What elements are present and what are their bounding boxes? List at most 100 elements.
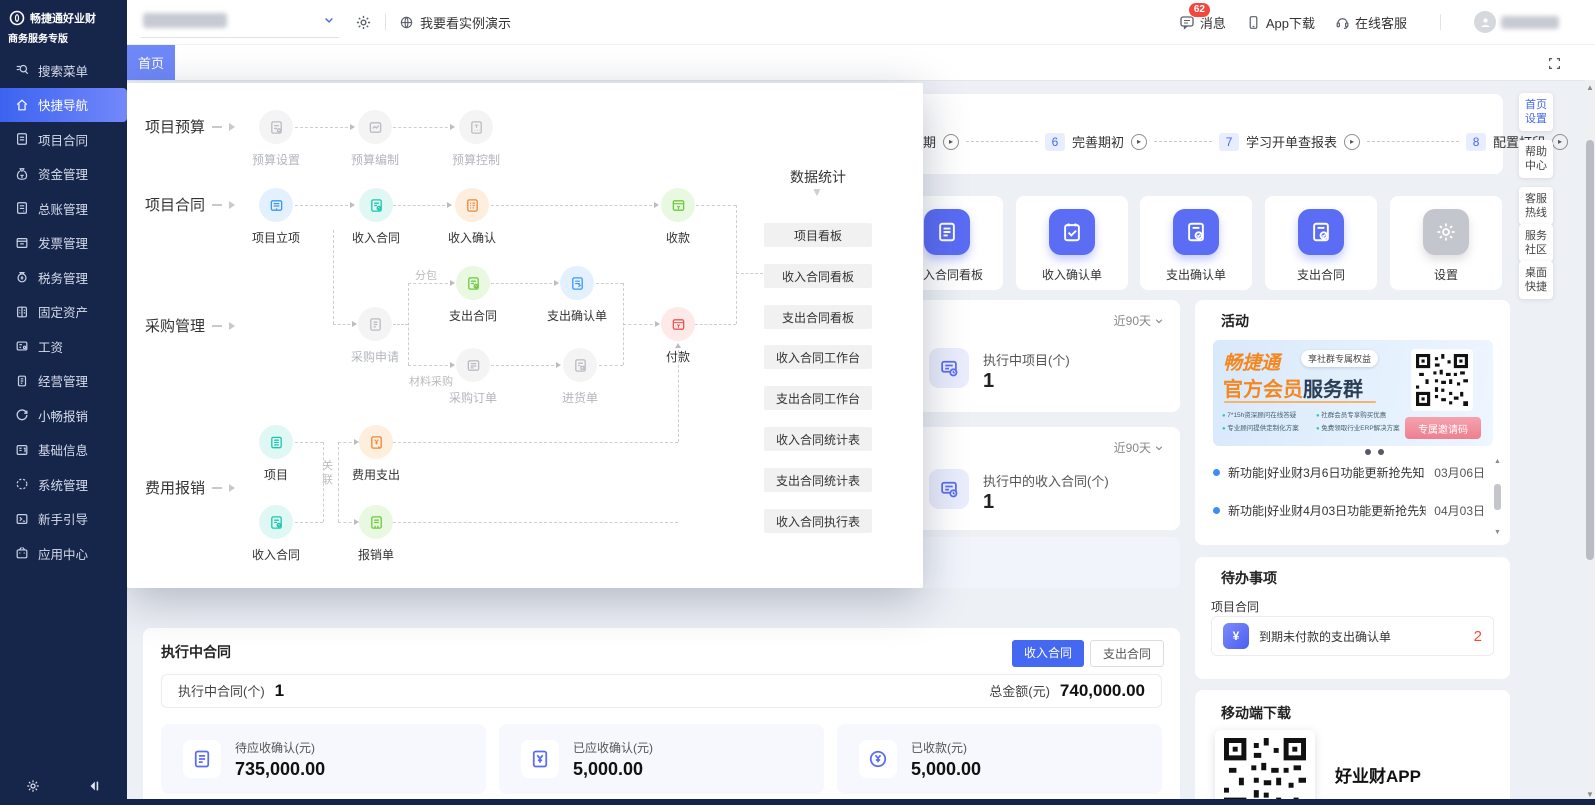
stat-button-income-execution-table[interactable]: 收入合同执行表 [764,509,872,533]
scroll-thumb[interactable] [1494,484,1501,510]
flow-node-expense[interactable]: 费用支出 [331,425,421,483]
stat-button-project-board[interactable]: 项目看板 [764,223,872,247]
metric-panel-income-contracts: 近90天 执行中的收入合同(个) 1 [891,427,1180,530]
user-account[interactable] [1474,11,1559,33]
sidebar-item-tax[interactable]: 税务管理 [0,260,127,295]
scroll-up-icon[interactable]: ▲ [1585,83,1595,92]
news-item[interactable]: 新功能|好业财4月03日功能更新抢先知 04月03日 [1213,502,1485,519]
stat-button-income-contract-board[interactable]: 收入合同看板 [764,264,872,288]
play-icon[interactable]: ▸ [943,133,960,150]
sidebar-item-label: 工资 [38,340,64,355]
income-contract-toggle[interactable]: 收入合同 [1011,640,1084,667]
flow-node-project[interactable]: 项目 [231,425,321,483]
todo-item[interactable]: ¥ 到期未付款的支出确认单 2 [1211,616,1494,656]
range-dropdown[interactable]: 近90天 [1114,312,1164,329]
flow-node-reimburse-note[interactable]: 报销单 [331,505,421,563]
settings-gear-icon[interactable] [355,14,372,31]
play-icon[interactable]: ▸ [1344,133,1361,150]
activity-banner[interactable]: 畅捷通 享社群专属权益 官方会员服务群 7*15h资深顾问在线答疑 社群会员专享… [1213,340,1493,446]
sidebar-item-guide[interactable]: 新手引导 [0,502,127,537]
scroll-up-icon[interactable]: ▲ [1494,458,1501,465]
arrow-down-icon: ▼ [811,185,823,199]
stat-card-confirmed-receivable: 已应收确认(元) 5,000.00 [499,724,824,794]
expense-contract-toggle[interactable]: 支出合同 [1089,640,1164,667]
flow-node-income-contract-2[interactable]: 收入合同 [231,505,321,563]
todo-group-label: 项目合同 [1211,600,1260,614]
banner-invite-button[interactable]: 专属邀请码 [1405,417,1481,439]
sidebar-item-project-contract[interactable]: 项目合同 [0,122,127,157]
online-service-button[interactable]: 在线客服 [1335,13,1407,32]
sidebar-item-search-menu[interactable]: 搜索菜单 [0,53,127,88]
sidebar-item-fixed-assets[interactable]: 固定资产 [0,295,127,330]
quick-card-expense-confirm[interactable]: 支出确认单 [1140,196,1252,290]
sidebar-item-base-info[interactable]: 基础信息 [0,433,127,468]
carousel-dots[interactable] [1365,449,1384,455]
sidebar-item-system[interactable]: 系统管理 [0,467,127,502]
activity-scrollbar[interactable]: ▲ ▼ [1492,458,1503,536]
flow-node-budget-control[interactable]: 预算控制 [431,110,521,168]
rail-home-settings[interactable]: 首页设置 [1519,93,1553,131]
app-download-button[interactable]: App下载 [1246,13,1315,32]
flow-node-expense-confirm[interactable]: 支出确认单 [532,266,622,324]
flow-node-budget-setup[interactable]: 预算设置 [231,110,321,168]
play-icon[interactable]: ▸ [1131,133,1148,150]
rail-desktop-shortcut[interactable]: 桌面快捷 [1519,261,1553,299]
quick-card-settings[interactable]: 设置 [1390,196,1502,290]
flow-node-budget-edit[interactable]: 预算编制 [330,110,420,168]
activity-title: 活动 [1221,313,1249,329]
range-dropdown[interactable]: 近90天 [1114,439,1164,456]
system-icon [15,477,29,491]
sidebar-collapse-icon[interactable] [87,779,101,793]
sidebar-item-funds[interactable]: 资金管理 [0,157,127,192]
stat-button-expense-contract-board[interactable]: 支出合同看板 [764,305,872,329]
flow-node-income-contract[interactable]: 收入合同 [331,188,421,246]
sidebar-item-operations[interactable]: 经营管理 [0,364,127,399]
step-label: 完善期初 [1072,135,1125,150]
page-scrollbar-thumb[interactable] [1586,140,1594,560]
project-icon [259,425,293,459]
download-qr-code [1215,730,1315,805]
stat-button-expense-workbench[interactable]: 支出合同工作台 [764,386,872,410]
expense-confirm-icon [560,266,594,300]
quick-card-income-confirm[interactable]: 收入确认单 [1016,196,1128,290]
stat-button-income-workbench[interactable]: 收入合同工作台 [764,345,872,369]
stat-button-expense-stats-table[interactable]: 支出合同统计表 [764,468,872,492]
flow-node-income-confirm[interactable]: 收入确认 [427,188,517,246]
contract-icon [15,132,29,146]
messages-button[interactable]: 消息 62 [1179,1,1226,32]
flow-node-purchase-request[interactable]: 采购申请 [330,307,420,365]
expense-contract-icon [456,266,490,300]
demo-link[interactable]: 我要看实例演示 [399,13,511,32]
sidebar-item-ledger[interactable]: 总账管理 [0,191,127,226]
sidebar-item-invoice[interactable]: 发票管理 [0,226,127,261]
metric-label: 执行中的收入合同(个) [983,474,1109,489]
sidebar-settings-icon[interactable] [26,779,40,793]
sidebar-item-quick-nav[interactable]: 快捷导航 [0,87,127,122]
fullscreen-icon[interactable] [1539,52,1569,74]
flow-connector [695,324,736,325]
flow-node-goods-receipt[interactable]: 进货单 [535,348,625,406]
scroll-down-icon[interactable]: ▼ [1585,790,1595,799]
scroll-down-icon[interactable]: ▼ [1494,529,1501,536]
rail-help-center[interactable]: 帮助中心 [1519,140,1553,178]
flow-connector [393,202,452,208]
sidebar-item-reimburse[interactable]: 小畅报销 [0,398,127,433]
tab-home[interactable]: 首页 [127,45,175,80]
flow-node-receipt[interactable]: 收款 [633,188,723,246]
rail-service-hotline[interactable]: 客服热线 [1519,187,1553,225]
sidebar-item-salary[interactable]: 工资 [0,329,127,364]
flow-node-project-init[interactable]: 项目立项 [231,188,321,246]
guide-icon [15,512,29,526]
calculator-check-icon [1173,209,1219,255]
sidebar-item-app-center[interactable]: 应用中心 [0,536,127,571]
total-amount-value: 740,000.00 [1059,681,1145,700]
rail-service-community[interactable]: 服务社区 [1519,224,1553,262]
sidebar-item-label: 小畅报销 [38,409,89,424]
play-icon[interactable]: ▸ [1552,133,1569,150]
flow-node-expense-contract[interactable]: 支出合同 [428,266,518,324]
stat-button-income-stats-table[interactable]: 收入合同统计表 [764,427,872,451]
news-item[interactable]: 新功能|好业财3月6日功能更新抢先知 03月06日 [1213,464,1485,481]
banner-bullets: 7*15h资深顾问在线答疑 社群会员专享购买优惠 专业顾问提供定制化方案 免费领… [1222,409,1414,432]
org-selector[interactable] [141,7,339,38]
quick-card-expense-contract[interactable]: 支出合同 [1265,196,1377,290]
